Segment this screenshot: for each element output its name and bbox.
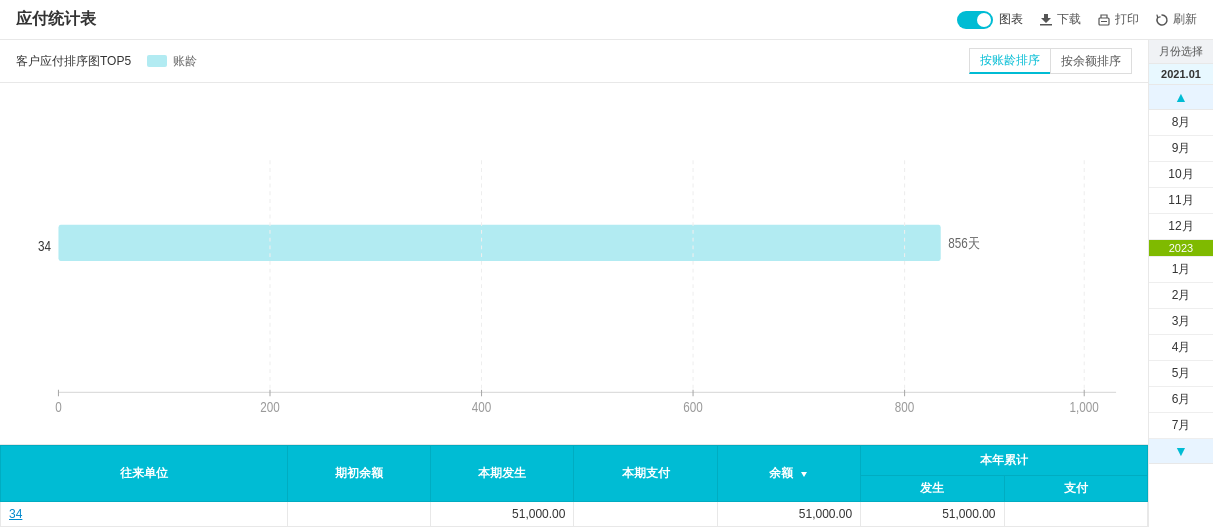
col-header-name: 往来单位 [1, 446, 288, 502]
col-header-current-occur: 本期发生 [431, 446, 574, 502]
chart-toggle[interactable] [957, 11, 993, 29]
chart-area: 客户应付排序图TOP5 账龄 按账龄排序 按余额排序 34 [0, 40, 1148, 527]
bar-value-34: 856天 [948, 235, 979, 251]
bar-label-34: 34 [38, 238, 51, 254]
sidebar-year-marker[interactable]: 2023 [1149, 240, 1213, 257]
legend-item-accounts-age: 账龄 [147, 53, 197, 70]
sidebar-month-item[interactable]: 4月 [1149, 335, 1213, 361]
page-title: 应付统计表 [16, 9, 96, 30]
sidebar-year-value[interactable]: 2021.01 [1149, 64, 1213, 85]
svg-text:400: 400 [472, 399, 491, 415]
cell-opening [287, 502, 430, 527]
chart-legend: 客户应付排序图TOP5 账龄 [16, 53, 197, 70]
sidebar-month-item[interactable]: 5月 [1149, 361, 1213, 387]
chart-canvas: 34 856天 0 200 400 600 800 [0, 83, 1148, 444]
bar-chart-svg: 34 856天 0 200 400 600 800 [0, 83, 1148, 444]
cell-name[interactable]: 34 [1, 502, 288, 527]
col-header-year-total: 本年累计 [861, 446, 1148, 476]
sidebar-nav-up[interactable]: ▲ [1149, 85, 1213, 110]
cell-current-pay [574, 502, 717, 527]
cell-year-pay [1004, 502, 1147, 527]
cell-balance: 51,000.00 [717, 502, 860, 527]
svg-text:600: 600 [683, 399, 702, 415]
sidebar-month-item[interactable]: 11月 [1149, 188, 1213, 214]
sort-buttons: 按账龄排序 按余额排序 [969, 48, 1132, 74]
sort-by-balance-button[interactable]: 按余额排序 [1050, 48, 1132, 74]
download-icon [1039, 13, 1053, 27]
sidebar-month-item[interactable]: 6月 [1149, 387, 1213, 413]
table-row: 34 51,000.00 51,000.00 51,000.00 [1, 502, 1148, 527]
col-header-year-pay: 支付 [1004, 476, 1147, 502]
toggle-label: 图表 [999, 11, 1023, 28]
svg-text:800: 800 [895, 399, 914, 415]
svg-text:0: 0 [55, 399, 62, 415]
sidebar-month-item[interactable]: 3月 [1149, 309, 1213, 335]
sidebar: 月份选择 2021.01 ▲ 8月9月10月11月12月20231月2月3月4月… [1148, 40, 1213, 527]
svg-marker-21 [801, 472, 807, 477]
sidebar-month-item[interactable]: 9月 [1149, 136, 1213, 162]
download-button[interactable]: 下载 [1039, 11, 1081, 28]
svg-rect-2 [1101, 21, 1107, 22]
sidebar-month-item[interactable]: 7月 [1149, 413, 1213, 439]
col-header-current-pay: 本期支付 [574, 446, 717, 502]
sidebar-month-list: 8月9月10月11月12月20231月2月3月4月5月6月7月 [1149, 110, 1213, 439]
col-header-year-occur: 发生 [861, 476, 1004, 502]
main-content: 客户应付排序图TOP5 账龄 按账龄排序 按余额排序 34 [0, 40, 1213, 527]
data-table: 往来单位 期初余额 本期发生 本期支付 余额 本年累计 发生 [0, 445, 1148, 527]
table-area: 往来单位 期初余额 本期发生 本期支付 余额 本年累计 发生 [0, 444, 1148, 527]
legend-color-label: 账龄 [173, 53, 197, 70]
cell-year-occur: 51,000.00 [861, 502, 1004, 527]
print-button[interactable]: 打印 [1097, 11, 1139, 28]
cell-current-occur: 51,000.00 [431, 502, 574, 527]
chart-legend-label: 客户应付排序图TOP5 [16, 53, 131, 70]
svg-text:1,000: 1,000 [1070, 399, 1099, 415]
balance-sort-icon [799, 469, 809, 479]
header-actions: 图表 下载 打印 刷新 [957, 11, 1197, 29]
sidebar-month-item[interactable]: 1月 [1149, 257, 1213, 283]
col-header-balance: 余额 [717, 446, 860, 502]
refresh-button[interactable]: 刷新 [1155, 11, 1197, 28]
svg-text:200: 200 [260, 399, 279, 415]
svg-rect-0 [1040, 24, 1052, 26]
col-header-opening: 期初余额 [287, 446, 430, 502]
sidebar-header: 月份选择 [1149, 40, 1213, 64]
chart-header: 客户应付排序图TOP5 账龄 按账龄排序 按余额排序 [0, 40, 1148, 83]
sidebar-nav-down[interactable]: ▼ [1149, 439, 1213, 464]
sidebar-month-item[interactable]: 12月 [1149, 214, 1213, 240]
chart-toggle-group[interactable]: 图表 [957, 11, 1023, 29]
sidebar-month-item[interactable]: 8月 [1149, 110, 1213, 136]
sidebar-month-item[interactable]: 2月 [1149, 283, 1213, 309]
sort-by-amount-button[interactable]: 按账龄排序 [969, 48, 1050, 74]
print-icon [1097, 13, 1111, 27]
sidebar-month-item[interactable]: 10月 [1149, 162, 1213, 188]
legend-color-box [147, 55, 167, 67]
chart-bar-34 [58, 225, 940, 261]
refresh-icon [1155, 13, 1169, 27]
